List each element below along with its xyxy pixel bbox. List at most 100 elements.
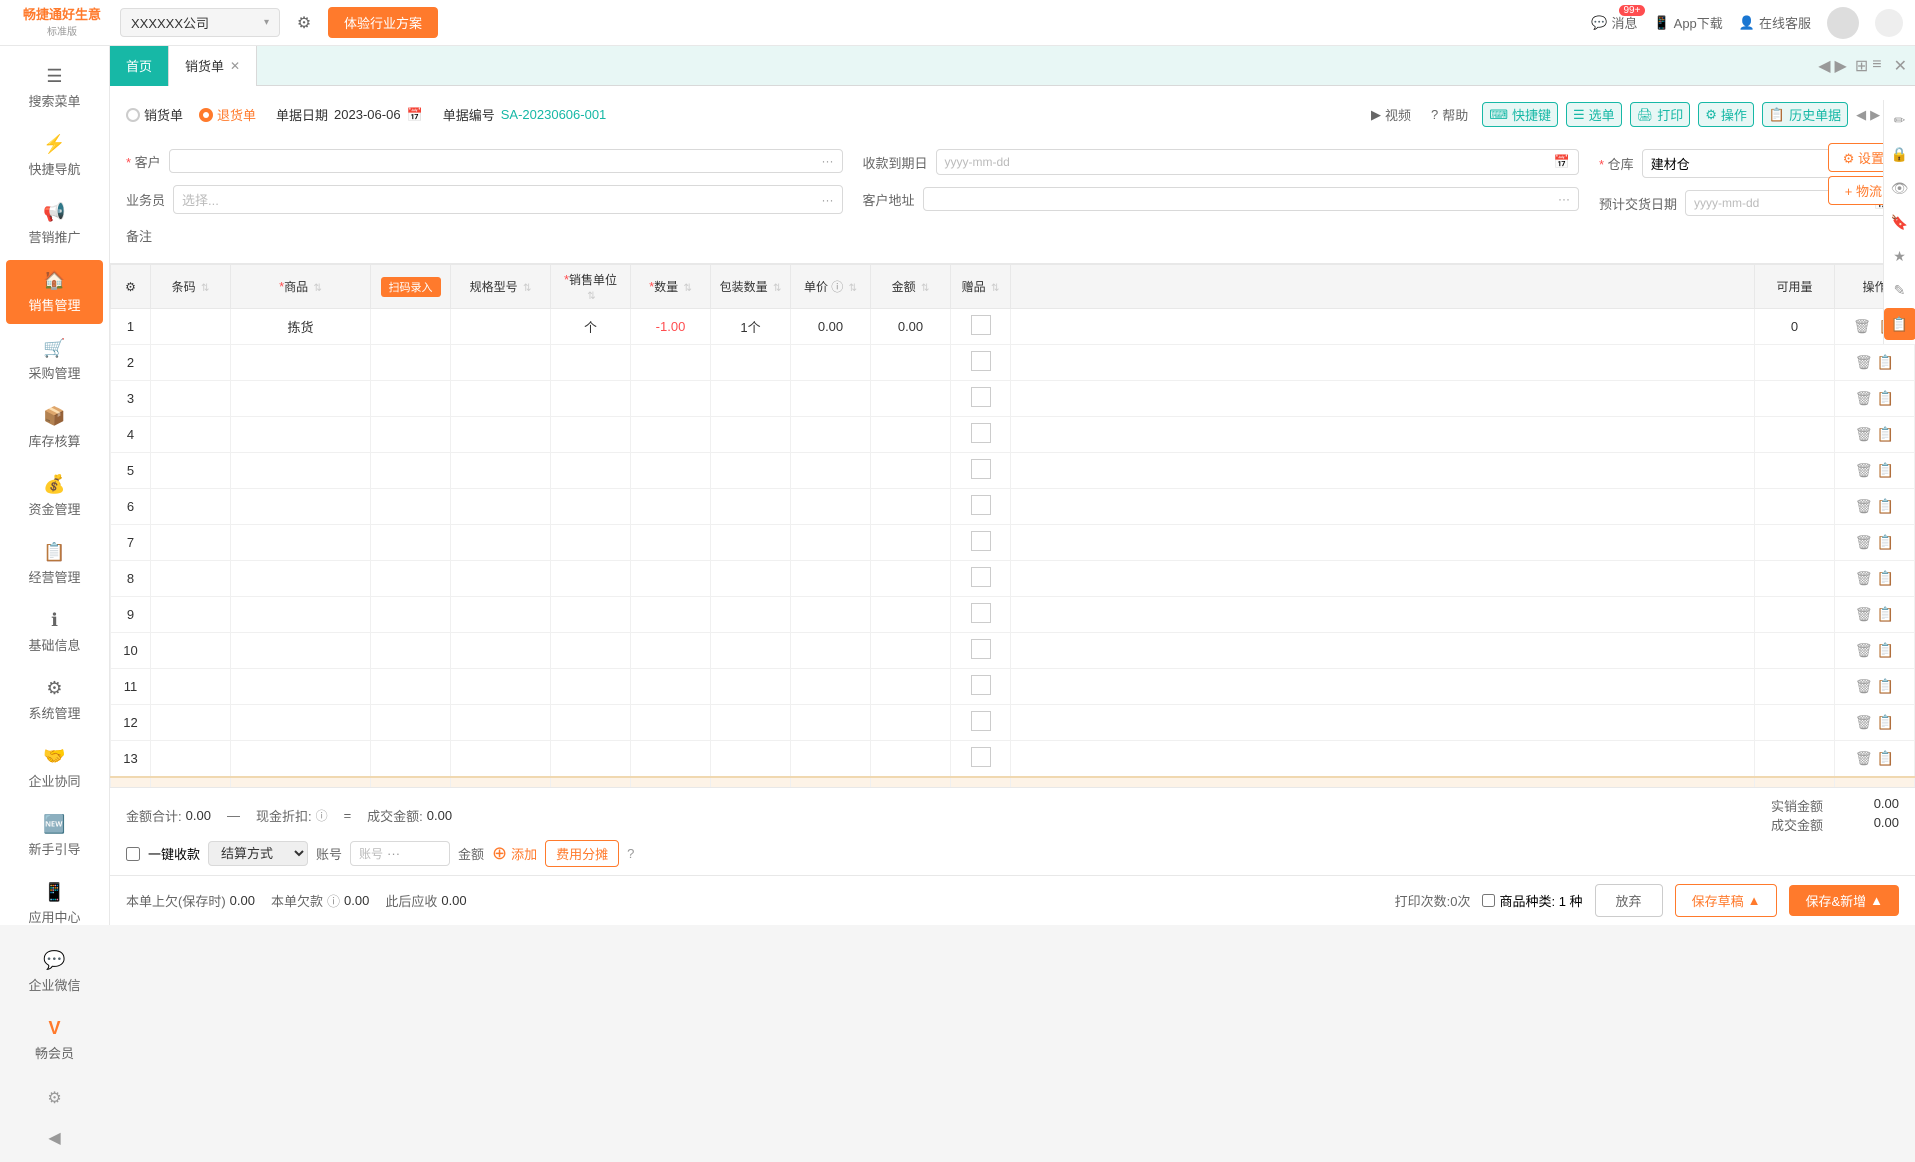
copy-row-11-icon[interactable]: 📋 [1877, 678, 1894, 694]
scan-btn[interactable]: 扫码录入 [381, 277, 441, 297]
next-record-icon[interactable]: ▶ [1870, 107, 1880, 123]
radio-return-order[interactable]: 退货单 [199, 105, 256, 124]
toolbar-video-btn[interactable]: ▶ 视频 [1365, 103, 1417, 126]
row-spec-1[interactable] [371, 309, 451, 345]
save-draft-button[interactable]: 保存草稿 ▲ [1675, 884, 1778, 917]
gift-checkbox-3[interactable] [971, 387, 991, 407]
delete-row-13-icon[interactable]: 🗑 [1855, 750, 1873, 766]
one-click-pay-checkbox[interactable] [126, 847, 140, 861]
copy-row-3-icon[interactable]: 📋 [1877, 390, 1894, 406]
row-price-1[interactable]: 0.00 [791, 309, 871, 345]
gift-checkbox-7[interactable] [971, 531, 991, 551]
copy-row-13-icon[interactable]: 📋 [1877, 750, 1894, 766]
trial-button[interactable]: 体验行业方案 [328, 7, 438, 38]
copy-row-2-icon[interactable]: 📋 [1877, 354, 1894, 370]
delete-row-1-icon[interactable]: 🗑 [1853, 318, 1871, 334]
gift-checkbox-9[interactable] [971, 603, 991, 623]
sidebar-item-new-guide[interactable]: 🆕 新手引导 [6, 804, 103, 868]
customer-address-input[interactable]: ··· [923, 187, 1579, 211]
toolbar-print-btn[interactable]: 🖨 打印 [1630, 102, 1691, 127]
online-service-btn[interactable]: 👤 在线客服 [1739, 13, 1811, 32]
app-download-btn[interactable]: 📱 App下载 [1653, 13, 1722, 32]
avatar[interactable] [1827, 7, 1859, 39]
toolbar-operation-btn[interactable]: ⚙ 操作 [1698, 102, 1754, 127]
message-btn[interactable]: 💬 消息 99+ [1591, 13, 1637, 32]
gift-checkbox-2[interactable] [971, 351, 991, 371]
gift-checkbox-5[interactable] [971, 459, 991, 479]
sidebar-item-ops-mgmt[interactable]: 📋 经营管理 [6, 532, 103, 596]
delete-row-7-icon[interactable]: 🗑 [1855, 534, 1873, 550]
sidebar-item-sales-mgmt[interactable]: 🏠 销售管理 [6, 260, 103, 324]
right-tool-pencil[interactable]: ✎ [1884, 274, 1915, 306]
sidebar-item-enterprise-wechat[interactable]: 💬 企业微信 [6, 940, 103, 1004]
sidebar-item-marketing[interactable]: 📢 营销推广 [6, 192, 103, 256]
toolbar-help-btn[interactable]: ? 帮助 [1425, 103, 1474, 126]
right-tool-edit[interactable]: ✏ [1884, 104, 1915, 136]
calc-method-select[interactable]: 结算方式 [208, 841, 308, 866]
sidebar-item-vip-member[interactable]: V 畅会员 [6, 1008, 103, 1072]
row-amount-1[interactable]: 0.00 [871, 309, 951, 345]
tab-prev-icon[interactable]: ◀ [1818, 56, 1830, 76]
sidebar-item-basic-info[interactable]: ℹ 基础信息 [6, 600, 103, 664]
gift-checkbox-8[interactable] [971, 567, 991, 587]
toolbar-select-btn[interactable]: ☰ 选单 [1566, 102, 1622, 127]
customer-input[interactable]: ··· [169, 149, 843, 173]
row-unit-1[interactable]: 个 [551, 309, 631, 345]
product-type-checkbox[interactable] [1482, 894, 1495, 907]
sidebar-collapse-icon[interactable]: ◀ [39, 1122, 71, 1154]
customer-ellipsis[interactable]: ··· [822, 154, 834, 168]
delete-row-10-icon[interactable]: 🗑 [1855, 642, 1873, 658]
sidebar-item-enterprise-collab[interactable]: 🤝 企业协同 [6, 736, 103, 800]
sidebar-item-sys-mgmt[interactable]: ⚙ 系统管理 [6, 668, 103, 732]
col-settings-header[interactable]: ⚙ [111, 265, 151, 309]
delete-row-3-icon[interactable]: 🗑 [1855, 390, 1873, 406]
gift-checkbox-11[interactable] [971, 675, 991, 695]
payment-due-input[interactable]: yyyy-mm-dd 📅 [936, 149, 1579, 175]
copy-row-4-icon[interactable]: 📋 [1877, 426, 1894, 442]
add-btn[interactable]: ⊕ 添加 [492, 843, 537, 864]
delete-row-12-icon[interactable]: 🗑 [1855, 714, 1873, 730]
date-value[interactable]: 2023-06-06 [334, 107, 401, 122]
avatar-2[interactable] [1875, 9, 1903, 37]
toolbar-history-btn[interactable]: 📋 历史单据 [1762, 102, 1848, 127]
copy-row-7-icon[interactable]: 📋 [1877, 534, 1894, 550]
calendar-icon[interactable]: 📅 [407, 107, 423, 123]
tab-list-icon[interactable]: ≡ [1872, 56, 1881, 76]
salesperson-ellipsis[interactable]: ··· [822, 193, 834, 207]
expense-help-icon[interactable]: ? [627, 846, 634, 861]
discard-button[interactable]: 放弃 [1595, 884, 1663, 917]
gift-checkbox-13[interactable] [971, 747, 991, 767]
tab-home[interactable]: 首页 [110, 46, 169, 86]
save-new-chevron[interactable]: ▲ [1870, 893, 1883, 908]
delete-row-2-icon[interactable]: 🗑 [1855, 354, 1873, 370]
row-pkg-qty-1[interactable]: 1个 [711, 309, 791, 345]
toolbar-shortcut-btn[interactable]: ⌨ 快捷键 [1482, 102, 1558, 127]
account-input[interactable]: 账号 ··· [350, 841, 450, 866]
salesperson-input[interactable]: 选择... ··· [173, 185, 842, 214]
prev-record-icon[interactable]: ◀ [1856, 107, 1866, 123]
customer-address-ellipsis[interactable]: ··· [1558, 192, 1570, 206]
tab-close-icon[interactable]: ✕ [230, 59, 240, 73]
gift-checkbox-10[interactable] [971, 639, 991, 659]
gift-checkbox-12[interactable] [971, 711, 991, 731]
delete-row-11-icon[interactable]: 🗑 [1855, 678, 1873, 694]
copy-row-12-icon[interactable]: 📋 [1877, 714, 1894, 730]
settings-icon-btn[interactable]: ⚙ [288, 7, 320, 39]
right-tool-orange[interactable]: 📋 [1884, 308, 1915, 340]
copy-row-5-icon[interactable]: 📋 [1877, 462, 1894, 478]
copy-row-10-icon[interactable]: 📋 [1877, 642, 1894, 658]
sidebar-item-inventory[interactable]: 📦 库存核算 [6, 396, 103, 460]
copy-row-6-icon[interactable]: 📋 [1877, 498, 1894, 514]
row-product-1[interactable]: 拣货 [231, 309, 371, 345]
right-tool-lock[interactable]: 🔒 [1884, 138, 1915, 170]
tab-next-icon[interactable]: ▶ [1835, 56, 1847, 76]
delete-row-4-icon[interactable]: 🗑 [1855, 426, 1873, 442]
sidebar-item-quick-nav[interactable]: ⚡ 快捷导航 [6, 124, 103, 188]
row-barcode-1[interactable] [151, 309, 231, 345]
sidebar-settings-icon[interactable]: ⚙ [39, 1082, 71, 1114]
row-gift-1[interactable] [951, 309, 1011, 345]
this-doc-debt-info[interactable]: ⓘ [327, 891, 340, 910]
discount-info-icon[interactable]: ⓘ [316, 807, 328, 824]
delete-row-6-icon[interactable]: 🗑 [1855, 498, 1873, 514]
row-spec2-1[interactable] [451, 309, 551, 345]
